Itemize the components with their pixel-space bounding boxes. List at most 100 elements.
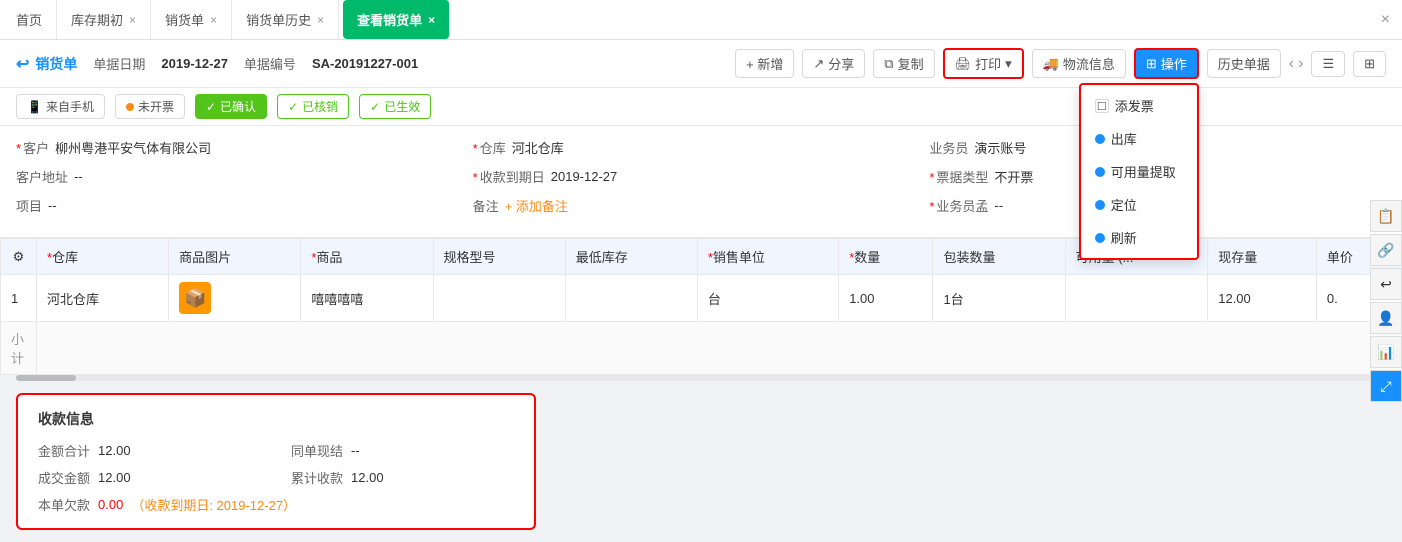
payment-title: 收款信息 xyxy=(38,409,514,429)
td-min-stock xyxy=(565,275,697,322)
not-open-ticket-button[interactable]: 未开票 xyxy=(115,94,185,119)
scroll-thumb[interactable] xyxy=(16,375,76,381)
business-label: 业务员孟 xyxy=(929,196,988,215)
th-product-img: 商品图片 xyxy=(169,239,301,275)
tab-sales-order[interactable]: 销货单 × xyxy=(151,0,232,39)
rs-icon-4[interactable]: 👤 xyxy=(1370,302,1402,334)
menu-outbound[interactable]: 出库 xyxy=(1081,122,1197,155)
td-warehouse: 河北仓库 xyxy=(37,275,169,322)
rs-icon-5[interactable]: 📊 xyxy=(1370,336,1402,368)
td-stock: 12.00 xyxy=(1208,275,1317,322)
td-available xyxy=(1065,275,1208,322)
effective-badge[interactable]: ✓ 已生效 xyxy=(359,94,431,119)
transaction-value: 12.00 xyxy=(98,470,131,485)
share-button[interactable]: ↗ 分享 xyxy=(802,49,865,78)
rs-icon-expand[interactable]: ⤢ xyxy=(1370,370,1402,402)
right-sidebar: 📋 🔗 ↩ 👤 📊 ⤢ xyxy=(1370,200,1402,402)
history-button[interactable]: 历史单据 xyxy=(1207,49,1281,78)
th-spec: 规格型号 xyxy=(433,239,565,275)
print-button[interactable]: 🖨 打印 ▾ xyxy=(943,48,1024,79)
doc-type-label: 销货单 xyxy=(35,54,77,74)
rs-icon-3[interactable]: ↩ xyxy=(1370,268,1402,300)
address-value: -- xyxy=(74,169,83,184)
tab-home[interactable]: 首页 xyxy=(8,0,57,39)
effective-check-icon: ✓ xyxy=(370,100,380,114)
th-quantity: *数量 xyxy=(839,239,933,275)
th-gear[interactable]: ⚙ xyxy=(1,239,37,275)
td-seq: 1 xyxy=(1,275,37,322)
due-date-value: 2019-12-27 xyxy=(551,169,618,184)
close-check-tab[interactable]: × xyxy=(428,13,435,27)
transaction-label: 成交金额 xyxy=(38,468,90,487)
confirmed-button[interactable]: ✓ 已确认 xyxy=(195,94,267,119)
menu-add-invoice[interactable]: □ 添发票 xyxy=(1081,89,1197,122)
payment-section: 收款信息 金额合计 12.00 同单现结 -- 成交金额 12.00 累计收款 … xyxy=(16,393,536,530)
copy-button[interactable]: ⧉ 复制 xyxy=(873,49,934,78)
tab-check-sales[interactable]: 查看销货单 × xyxy=(343,0,450,39)
doc-header: ↩ 销货单 单据日期 2019-12-27 单据编号 SA-20191227-0… xyxy=(0,40,1402,88)
th-product: *商品 xyxy=(301,239,433,275)
close-history-tab[interactable]: × xyxy=(317,13,324,27)
next-arrow[interactable]: › xyxy=(1298,55,1303,73)
doc-meta: 单据日期 2019-12-27 单据编号 SA-20191227-001 xyxy=(93,54,418,73)
ticket-type-label: 票据类型 xyxy=(929,167,988,186)
th-warehouse-label: 仓库 xyxy=(52,250,78,265)
product-image: 📦 xyxy=(179,282,211,314)
close-all-tabs[interactable]: × xyxy=(1381,11,1390,29)
ticket-type-value: 不开票 xyxy=(994,167,1033,186)
due-date-field: 收款到期日 2019-12-27 xyxy=(473,167,930,186)
operation-dropdown-menu: □ 添发票 出库 可用量提取 定位 刷新 xyxy=(1079,83,1199,260)
toolbar-right: + 新增 ↗ 分享 ⧉ 复制 🖨 打印 ▾ 🚚 物流信息 ⊞ 操作 □ xyxy=(735,48,1386,79)
salesperson-label: 业务员 xyxy=(929,138,968,157)
prev-arrow[interactable]: ‹ xyxy=(1289,55,1294,73)
list-view-button[interactable]: ⊞ xyxy=(1353,51,1386,77)
th-stock: 现存量 xyxy=(1208,239,1317,275)
doc-icon: ↩ xyxy=(16,54,29,74)
due-date-note: （收款到期日: 2019-12-27） xyxy=(131,495,296,514)
rs-icon-1[interactable]: 📋 xyxy=(1370,200,1402,232)
td-pack-qty: 1台 xyxy=(933,275,1065,322)
number-label: 单据编号 xyxy=(244,54,296,73)
total-amount-row: 金额合计 12.00 xyxy=(38,441,261,460)
warehouse-field: 仓库 河北仓库 xyxy=(473,138,930,157)
customer-label: 客户 xyxy=(16,138,49,157)
check-icon: ✓ xyxy=(288,100,298,114)
grid-view-button[interactable]: ☰ xyxy=(1311,51,1345,77)
horizontal-scrollbar[interactable] xyxy=(16,375,1386,381)
td-spec xyxy=(433,275,565,322)
new-button[interactable]: + 新增 xyxy=(735,49,794,78)
cancelled-badge[interactable]: ✓ 已核销 xyxy=(277,94,349,119)
operation-button[interactable]: ⊞ 操作 xyxy=(1134,48,1199,79)
truck-icon: 🚚 xyxy=(1043,56,1059,72)
cumulative-label: 累计收款 xyxy=(291,468,343,487)
tab-home-label: 首页 xyxy=(16,10,42,29)
doc-title-section: ↩ 销货单 xyxy=(16,54,77,74)
th-pack-qty: 包装数量 xyxy=(933,239,1065,275)
close-sales-tab[interactable]: × xyxy=(210,13,217,27)
warehouse-label: 仓库 xyxy=(473,138,506,157)
transaction-amount-row: 成交金额 12.00 xyxy=(38,468,261,487)
project-field: 项目 -- xyxy=(16,196,473,215)
address-label: 客户地址 xyxy=(16,167,68,186)
rs-icon-2[interactable]: 🔗 xyxy=(1370,234,1402,266)
nav-arrows: ‹ › xyxy=(1289,55,1304,73)
invoice-icon: □ xyxy=(1095,99,1109,113)
date-value: 2019-12-27 xyxy=(161,56,228,71)
logistics-button[interactable]: 🚚 物流信息 xyxy=(1032,49,1126,78)
same-order-value: -- xyxy=(351,443,360,458)
menu-available-qty[interactable]: 可用量提取 xyxy=(1081,155,1197,188)
tab-sales-history[interactable]: 销货单历史 × xyxy=(232,0,339,39)
close-inventory-tab[interactable]: × xyxy=(129,13,136,27)
print-icon: 🖨 xyxy=(955,56,972,72)
business-value: -- xyxy=(994,198,1003,213)
tab-inventory-init[interactable]: 库存期初 × xyxy=(57,0,151,39)
address-field: 客户地址 -- xyxy=(16,167,473,186)
menu-locate[interactable]: 定位 xyxy=(1081,188,1197,221)
add-note-button[interactable]: 添加备注 xyxy=(505,196,568,215)
menu-refresh[interactable]: 刷新 xyxy=(1081,221,1197,254)
td-quantity: 1.00 xyxy=(839,275,933,322)
th-min-stock: 最低库存 xyxy=(565,239,697,275)
available-dot xyxy=(1095,167,1105,177)
td-subtotal-label: 小计 xyxy=(1,322,37,375)
from-mobile-button[interactable]: 📱 来自手机 xyxy=(16,94,105,119)
